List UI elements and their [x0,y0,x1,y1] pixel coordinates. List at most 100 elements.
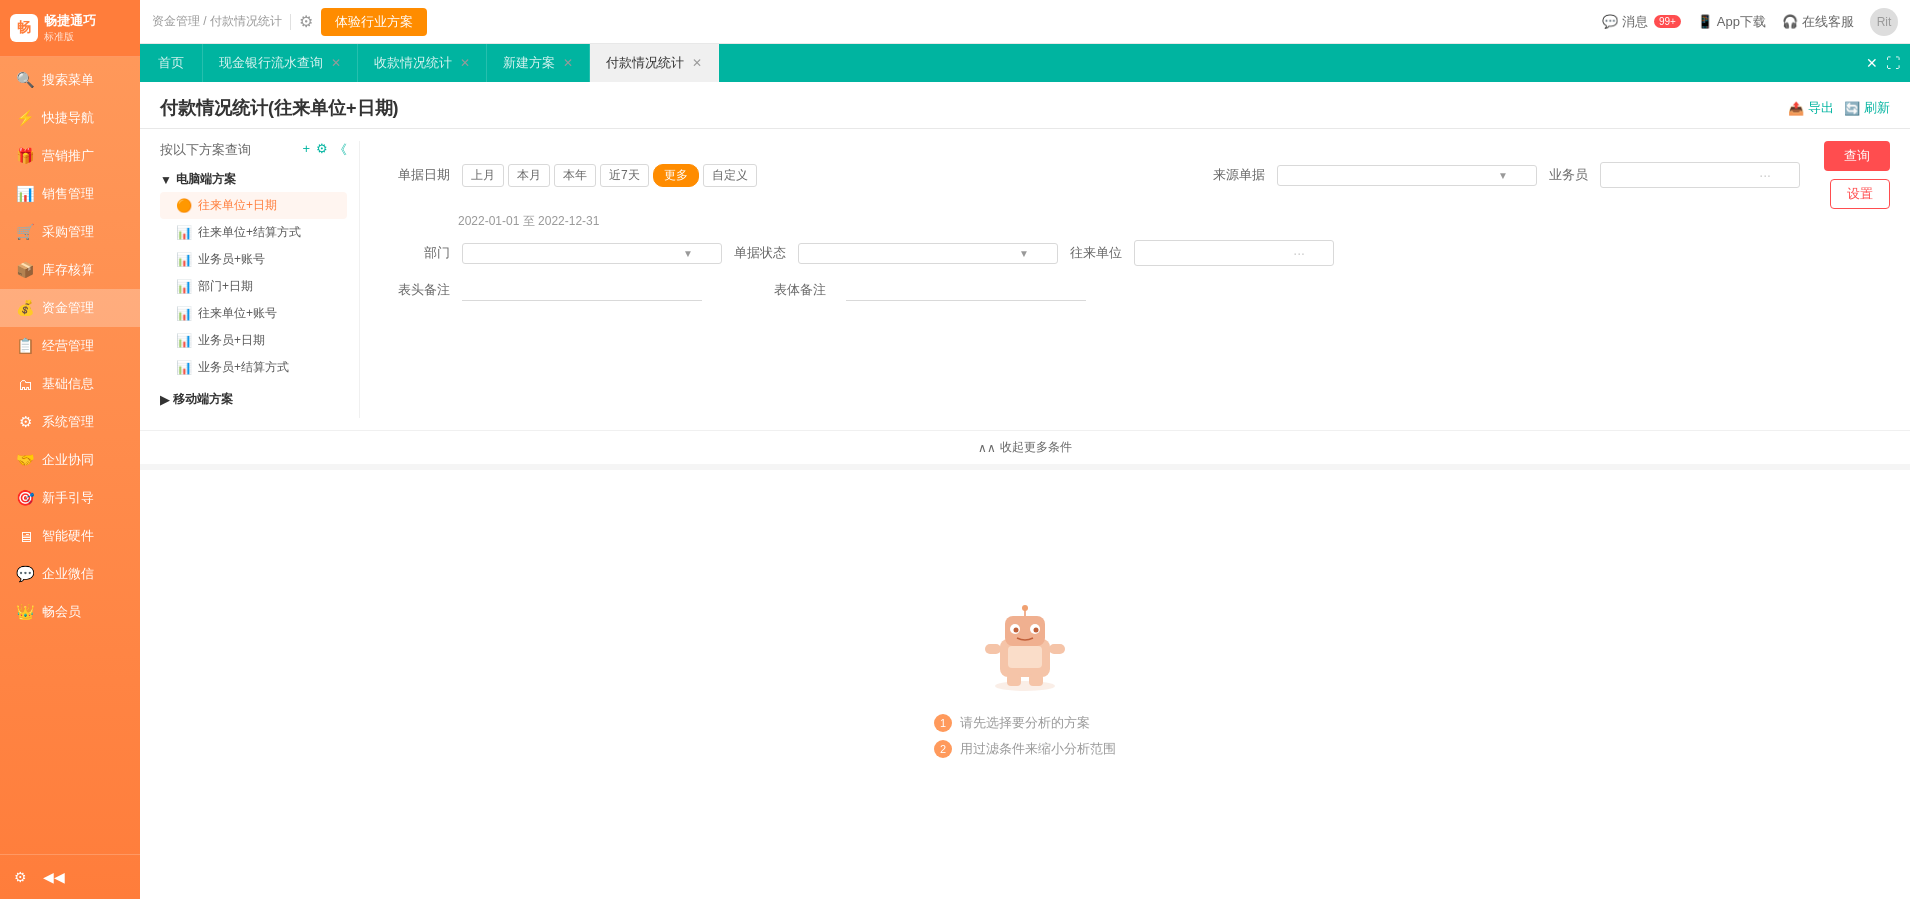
sidebar-label-basic: 基础信息 [42,375,94,393]
online-service-action[interactable]: 🎧 在线客服 [1782,13,1854,31]
message-label: 消息 [1622,13,1648,31]
refresh-btn[interactable]: 🔄 刷新 [1844,99,1890,117]
tab-new-plan[interactable]: 新建方案✕ [487,44,590,82]
sidebar-item-operation[interactable]: 📋经营管理 [0,327,140,365]
export-btn[interactable]: 📤 导出 [1788,99,1834,117]
date-range-text: 2022-01-01 至 2022-12-31 [458,214,599,228]
message-badge: 99+ [1654,15,1681,28]
topbar-settings-icon[interactable]: ⚙ [299,12,313,31]
svg-rect-10 [1049,644,1065,654]
try-industry-btn[interactable]: 体验行业方案 [321,8,427,36]
message-action[interactable]: 💬 消息 99+ [1602,13,1681,31]
add-scheme-icon[interactable]: + [302,141,310,159]
sidebar-item-basic[interactable]: 🗂基础信息 [0,365,140,403]
sidebar-item-wechat[interactable]: 💬企业微信 [0,555,140,593]
tab-home[interactable]: 首页 [140,44,203,82]
header-note-label: 表头备注 [380,281,450,299]
date-btn-0[interactable]: 上月 [462,164,504,187]
sidebar-label-finance: 资金管理 [42,299,94,317]
svg-rect-11 [1007,674,1021,686]
tab-close-collection[interactable]: ✕ [460,56,470,70]
sidebar-item-inventory[interactable]: 📦库存核算 [0,251,140,289]
top-bar-right: 💬 消息 99+ 📱 App下载 🎧 在线客服 Rit [1602,8,1898,36]
settings-btn[interactable]: 设置 [1830,179,1890,209]
search-icon: 🔍 [16,71,34,89]
sidebar-item-sales[interactable]: 📊销售管理 [0,175,140,213]
tab-payment-stat[interactable]: 付款情况统计 ✕ [590,44,719,82]
scheme-item-partner-date[interactable]: 🟠往来单位+日期 [160,192,347,219]
sidebar-item-search[interactable]: 🔍搜索菜单 [0,61,140,99]
settings-icon[interactable]: ⚙ [10,865,31,889]
tab-close-bank-flow[interactable]: ✕ [331,56,341,70]
online-service-label: 在线客服 [1802,13,1854,31]
scheme-item-partner-settlement[interactable]: 📊往来单位+结算方式 [160,219,347,246]
collapse-bar[interactable]: ∧∧ 收起更多条件 [140,430,1910,464]
page-header: 付款情况统计(往来单位+日期) 📤 导出 🔄 刷新 [140,82,1910,129]
sidebar-item-hardware[interactable]: 🖥智能硬件 [0,517,140,555]
user-avatar[interactable]: Rit [1870,8,1898,36]
sidebar-item-marketing[interactable]: 🎁营销推广 [0,137,140,175]
scheme-label-dept-date: 部门+日期 [198,278,253,295]
sidebar-item-member[interactable]: 👑畅会员 [0,593,140,631]
salesman-dots[interactable]: ··· [1759,167,1771,183]
query-section: 查询 设置 [1812,141,1890,209]
date-btn-1[interactable]: 本月 [508,164,550,187]
date-btn-3[interactable]: 近7天 [600,164,649,187]
scheme-item-salesman-settlement[interactable]: 📊业务员+结算方式 [160,354,347,381]
source-select[interactable]: ▼ [1277,165,1537,186]
scheme-settings-icon[interactable]: ⚙ [316,141,328,159]
scheme-section-title-desktop[interactable]: ▼电脑端方案 [160,167,347,192]
tab-bank-flow[interactable]: 现金银行流水查询 ✕ [203,44,358,82]
dept-select[interactable]: ▼ [462,243,722,264]
scheme-item-partner-account[interactable]: 📊往来单位+账号 [160,300,347,327]
date-btn-5[interactable]: 自定义 [703,164,757,187]
tip-num-2: 2 [934,740,952,758]
filter-form: 单据日期 上月本月本年近7天更多自定义 来源单据 ▼ 业务员 ··· [360,141,1890,418]
date-buttons: 上月本月本年近7天更多自定义 [462,164,757,187]
scheme-item-dept-date[interactable]: 📊部门+日期 [160,273,347,300]
doc-status-arrow-icon: ▼ [1019,248,1029,259]
svg-point-0 [995,681,1055,691]
scheme-item-salesman-date[interactable]: 📊业务员+日期 [160,327,347,354]
sidebar-item-purchase[interactable]: 🛒 采购管理 [0,213,140,251]
tab-label-bank-flow: 现金银行流水查询 [219,54,323,72]
date-btn-4[interactable]: 更多 [653,164,699,187]
expand-icon[interactable]: ⛶ [1886,55,1900,71]
empty-tip-2: 2 用过滤条件来缩小分析范围 [934,740,1116,758]
svg-point-5 [1014,627,1019,632]
sidebar-item-finance[interactable]: 💰资金管理 [0,289,140,327]
tab-label-payment-stat: 付款情况统计 [606,54,684,72]
sidebar-item-cooperation[interactable]: 🤝企业协同 [0,441,140,479]
purchase-icon: 🛒 [16,223,34,241]
salesman-select[interactable]: ··· [1600,162,1800,188]
scheme-item-salesman-account[interactable]: 📊业务员+账号 [160,246,347,273]
partner-select[interactable]: ··· [1134,240,1334,266]
partner-dots[interactable]: ··· [1293,245,1305,261]
sidebar-item-quick-nav[interactable]: ⚡快捷导航 [0,99,140,137]
filter-body: 按以下方案查询 + ⚙ 《 ▼电脑端方案🟠往来单位+日期📊往来单位+结算方式📊业… [140,129,1910,430]
body-note-input[interactable] [846,278,1086,301]
tab-label-collection: 收款情况统计 [374,54,452,72]
collapse-sidebar-icon[interactable]: ◀◀ [39,865,69,889]
sidebar-footer: ⚙ ◀◀ [0,854,140,899]
brand-version: 标准版 [44,30,96,44]
tab-close-new-plan[interactable]: ✕ [563,56,573,70]
sidebar-label-purchase: 采购管理 [42,223,94,241]
query-btn[interactable]: 查询 [1824,141,1890,171]
sidebar-label-quick-nav: 快捷导航 [42,109,94,127]
date-btn-2[interactable]: 本年 [554,164,596,187]
sidebar-item-system[interactable]: ⚙系统管理 [0,403,140,441]
empty-tips: 1 请先选择要分析的方案 2 用过滤条件来缩小分析范围 [934,714,1116,766]
doc-status-select[interactable]: ▼ [798,243,1058,264]
header-note-input[interactable] [462,278,702,301]
tab-close-payment-stat[interactable]: ✕ [692,56,702,70]
sidebar-item-guide[interactable]: 🎯新手引导 [0,479,140,517]
body-note-label: 表体备注 [774,281,826,299]
close-window-icon[interactable]: ✕ [1866,55,1878,71]
scheme-section-title-mobile[interactable]: ▶移动端方案 [160,387,347,412]
app-icon: 📱 [1697,14,1713,29]
scheme-list: ▼电脑端方案🟠往来单位+日期📊往来单位+结算方式📊业务员+账号📊部门+日期📊往来… [160,167,347,412]
tab-collection[interactable]: 收款情况统计 ✕ [358,44,487,82]
app-download-action[interactable]: 📱 App下载 [1697,13,1766,31]
collapse-filter-icon[interactable]: 《 [334,141,347,159]
